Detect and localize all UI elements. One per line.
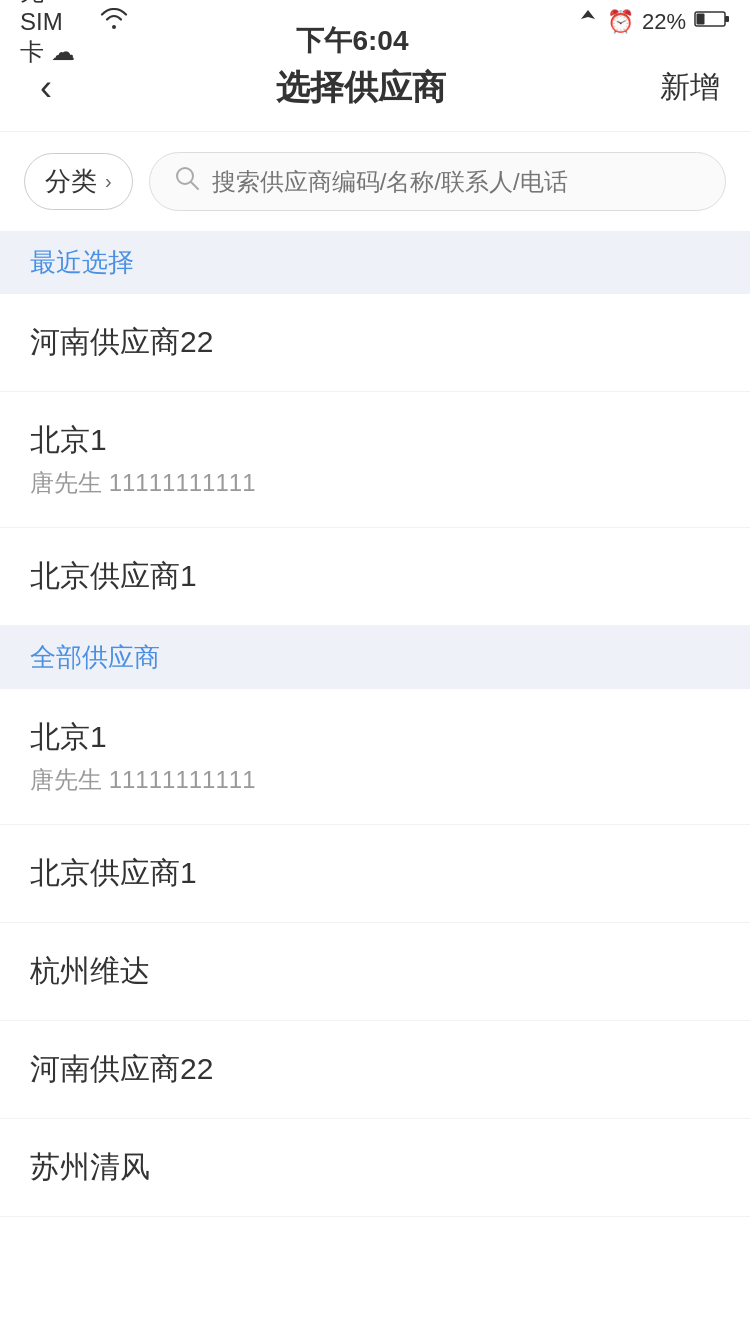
nav-title: 选择供应商 [276,65,446,111]
item-name: 杭州维达 [30,951,720,992]
filter-bar: 分类 › [0,132,750,231]
list-item[interactable]: 杭州维达 [0,923,750,1021]
status-time: 下午6:04 [296,22,408,60]
item-name: 苏州清风 [30,1147,720,1188]
list-item[interactable]: 北京供应商1 [0,528,750,626]
alarm-icon: ⏰ [607,9,634,35]
status-bar: 无 SIM 卡 ☁ 下午6:04 ⏰ 22% [0,0,750,44]
item-detail: 唐先生 11111111111 [30,467,720,499]
all-section-header: 全部供应商 [0,626,750,689]
back-button[interactable]: ‹ [30,57,62,119]
list-item[interactable]: 北京1 唐先生 11111111111 [0,689,750,825]
recent-list: 河南供应商22 北京1 唐先生 11111111111 北京供应商1 [0,294,750,626]
svg-line-4 [191,182,198,189]
item-name: 河南供应商22 [30,322,720,363]
list-item[interactable]: 北京1 唐先生 11111111111 [0,392,750,528]
search-icon [174,165,200,198]
all-list: 北京1 唐先生 11111111111 北京供应商1 杭州维达河南供应商22 苏州清… [0,689,750,1217]
search-box[interactable] [149,152,726,211]
list-item[interactable]: 河南供应商22 [0,1021,750,1119]
wifi-icon [100,8,128,36]
status-right: ⏰ 22% [577,8,730,36]
item-name: 北京供应商1 [30,853,720,894]
chevron-right-icon: › [105,170,112,193]
battery-icon [694,9,730,35]
search-input[interactable] [212,168,701,196]
svg-rect-1 [725,16,729,22]
location-icon [577,8,599,36]
list-item[interactable]: 河南供应商22 [0,294,750,392]
list-item[interactable]: 北京供应商1 [0,825,750,923]
list-item[interactable]: 苏州清风 [0,1119,750,1217]
add-button[interactable]: 新增 [660,67,720,108]
item-name: 北京1 [30,717,720,758]
battery-level: 22% [642,9,686,35]
category-label: 分类 [45,164,97,199]
recent-section-header: 最近选择 [0,231,750,294]
svg-rect-2 [697,14,705,25]
item-name: 北京1 [30,420,720,461]
item-name: 北京供应商1 [30,556,720,597]
category-button[interactable]: 分类 › [24,153,133,210]
item-detail: 唐先生 11111111111 [30,764,720,796]
item-name: 河南供应商22 [30,1049,720,1090]
